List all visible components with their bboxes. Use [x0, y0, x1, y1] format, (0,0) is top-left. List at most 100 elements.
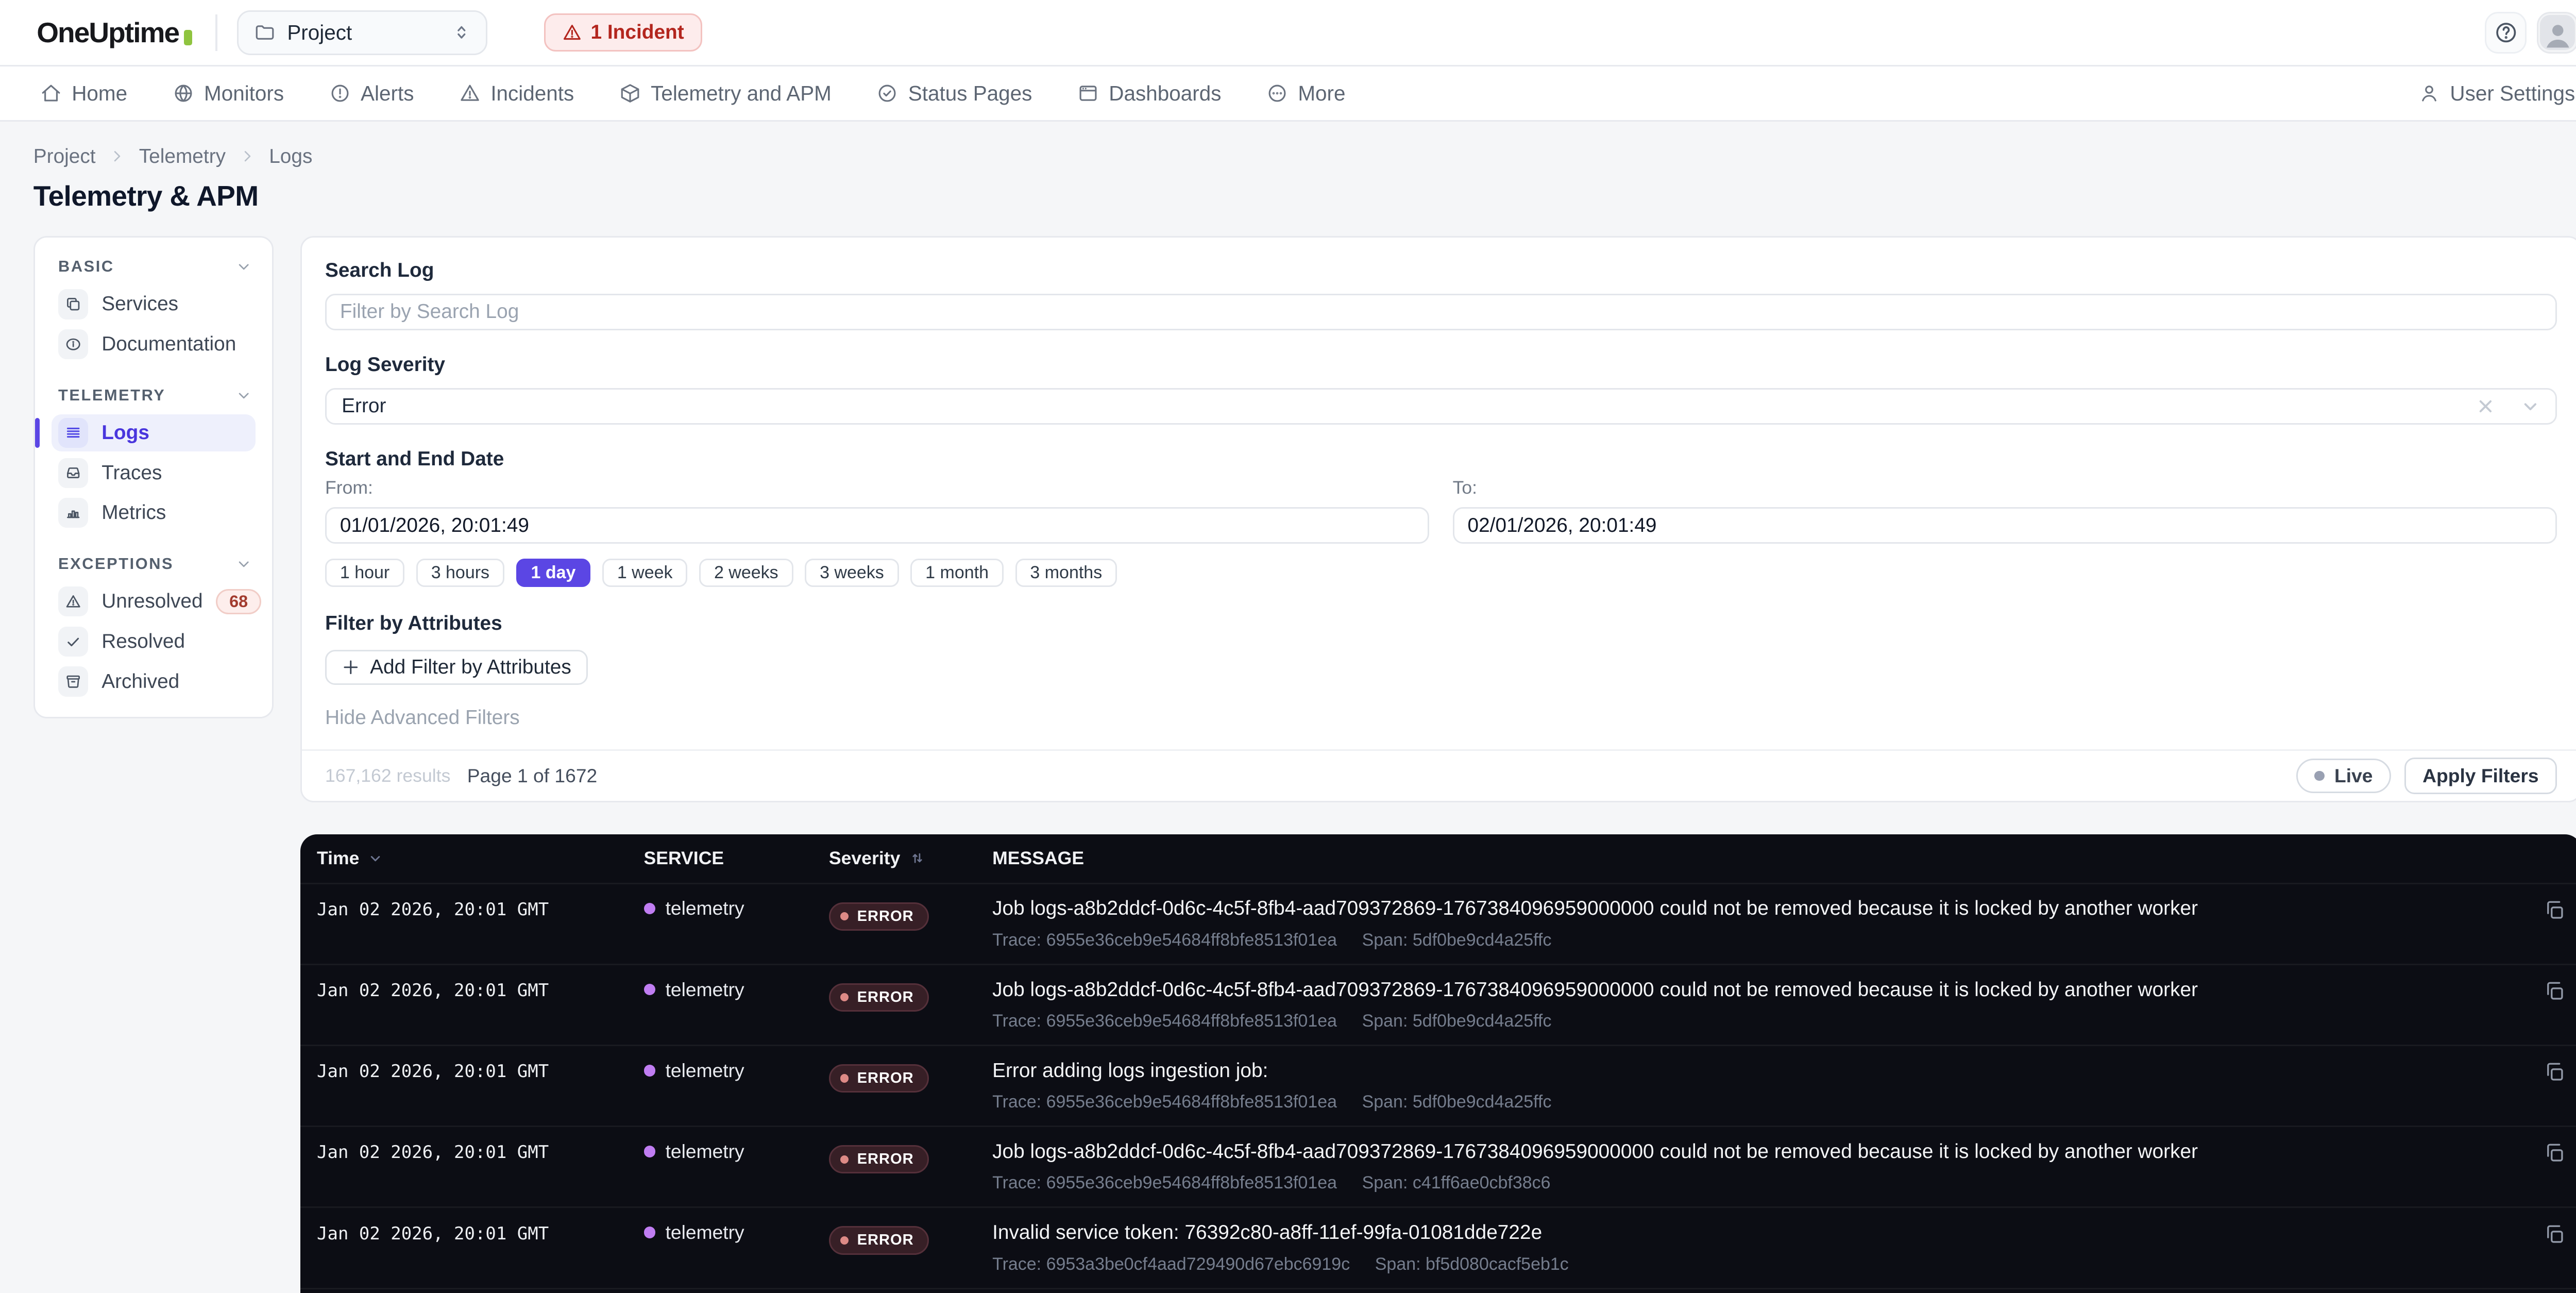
apply-filters-button[interactable]: Apply Filters — [2404, 757, 2557, 795]
column-header-time[interactable]: Time — [317, 848, 643, 869]
sidebar-item-label: Archived — [101, 670, 180, 693]
chevron-down-icon[interactable] — [2520, 396, 2540, 416]
clear-icon[interactable] — [2476, 396, 2496, 416]
main-nav: Home Monitors Alerts Incidents Telemetry… — [0, 66, 2576, 122]
column-header-severity[interactable]: Severity — [829, 848, 992, 869]
nav-item-more[interactable]: More — [1266, 81, 1346, 106]
range-1-month-button[interactable]: 1 month — [910, 559, 1004, 587]
hide-advanced-filters-link[interactable]: Hide Advanced Filters — [325, 707, 2557, 729]
breadcrumb-logs[interactable]: Logs — [269, 145, 312, 168]
nav-item-user-settings[interactable]: User Settings — [2418, 81, 2575, 106]
trace-id: Trace: 6955e36ceb9e54684ff8bfe8513f01ea — [992, 930, 1337, 950]
service-name: telemetry — [665, 1140, 744, 1163]
nav-item-dashboards[interactable]: Dashboards — [1077, 81, 1222, 106]
chevron-right-icon — [109, 148, 125, 164]
sidebar-section-exceptions[interactable]: EXCEPTIONS — [52, 548, 255, 580]
nav-item-alerts[interactable]: Alerts — [329, 81, 414, 106]
range-3-months-button[interactable]: 3 months — [1015, 559, 1117, 587]
sidebar-item-label: Services — [101, 293, 179, 315]
user-avatar[interactable] — [2536, 11, 2576, 54]
sidebar-item-label: Documentation — [101, 333, 236, 356]
service-dot-icon — [643, 1065, 656, 1077]
sidebar-section-telemetry[interactable]: TELEMETRY — [52, 379, 255, 411]
breadcrumb-telemetry[interactable]: Telemetry — [139, 145, 226, 168]
sidebar-item-metrics[interactable]: Metrics — [52, 495, 255, 531]
sidebar-item-resolved[interactable]: Resolved — [52, 623, 255, 660]
nav-item-home[interactable]: Home — [40, 81, 127, 106]
column-header-message[interactable]: MESSAGE — [992, 848, 2515, 869]
range-3-weeks-button[interactable]: 3 weeks — [805, 559, 899, 587]
copy-log-button[interactable] — [2544, 1220, 2565, 1245]
copy-icon — [2547, 982, 2563, 1000]
nav-label: User Settings — [2450, 81, 2575, 105]
log-severity-cell: ERROR — [828, 1220, 992, 1255]
layers-icon — [58, 289, 89, 320]
incident-count-badge[interactable]: 1 Incident — [544, 13, 703, 52]
range-1-week-button[interactable]: 1 week — [602, 559, 688, 587]
copy-log-button[interactable] — [2544, 977, 2565, 1002]
copy-log-button[interactable] — [2544, 1058, 2565, 1083]
sidebar-item-traces[interactable]: Traces — [52, 455, 255, 491]
nav-label: Status Pages — [908, 81, 1032, 105]
range-1-hour-button[interactable]: 1 hour — [325, 559, 405, 587]
filter-attributes-label: Filter by Attributes — [325, 612, 502, 634]
span-id: Span: 5df0be9cd4a25ffc — [1362, 1011, 1552, 1031]
to-date-input[interactable] — [1452, 507, 2557, 544]
breadcrumb-project[interactable]: Project — [33, 145, 96, 168]
nav-label: Telemetry and APM — [651, 81, 832, 105]
nav-label: Dashboards — [1109, 81, 1222, 105]
severity-badge: ERROR — [828, 902, 929, 931]
table-row[interactable]: Jan 02 2026, 20:01 GMT telemetry ERROR J… — [300, 882, 2576, 964]
range-3-hours-button[interactable]: 3 hours — [416, 559, 504, 587]
project-selector[interactable]: Project — [237, 10, 488, 55]
service-dot-icon — [643, 1146, 656, 1157]
log-time: Jan 02 2026, 20:01 GMT — [317, 1061, 549, 1082]
sidebar-item-documentation[interactable]: Documentation — [52, 326, 255, 362]
log-trace-meta: Trace: 6955e36ceb9e54684ff8bfe8513f01ea … — [992, 1011, 2495, 1031]
bar-chart-icon — [58, 498, 89, 528]
search-log-input[interactable] — [325, 293, 2557, 330]
sidebar-item-unresolved[interactable]: Unresolved 68 — [52, 583, 261, 620]
severity-badge: ERROR — [828, 983, 929, 1012]
sort-arrows-icon — [909, 850, 925, 866]
nav-item-monitors[interactable]: Monitors — [173, 81, 284, 106]
add-attribute-filter-button[interactable]: Add Filter by Attributes — [325, 649, 588, 685]
log-time: Jan 02 2026, 20:01 GMT — [317, 1223, 549, 1244]
nav-label: Monitors — [204, 81, 284, 105]
info-icon — [58, 329, 89, 360]
log-service: telemetry — [643, 1220, 829, 1244]
nav-label: Alerts — [361, 81, 414, 105]
nav-item-telemetry[interactable]: Telemetry and APM — [619, 81, 832, 106]
warning-triangle-icon — [562, 23, 582, 43]
sidebar-item-archived[interactable]: Archived — [52, 663, 255, 700]
oneuptime-logo[interactable]: OneUptime — [37, 16, 193, 49]
service-dot-icon — [643, 902, 656, 915]
sidebar-item-logs[interactable]: Logs — [35, 414, 256, 451]
table-row[interactable]: Jan 02 2026, 20:01 GMT telemetry ERROR J… — [300, 1126, 2576, 1206]
table-row[interactable]: Jan 02 2026, 20:01 GMT telemetry ERROR J… — [300, 963, 2576, 1045]
nav-item-incidents[interactable]: Incidents — [459, 81, 574, 106]
from-date-input[interactable] — [325, 507, 1430, 544]
copy-log-button[interactable] — [2544, 896, 2565, 921]
sidebar-section-basic[interactable]: BASIC — [52, 250, 255, 282]
chevron-down-icon — [235, 556, 252, 572]
copy-log-button[interactable] — [2544, 1139, 2565, 1164]
sidebar-item-services[interactable]: Services — [52, 286, 255, 323]
tray-icon — [58, 458, 89, 488]
help-button[interactable] — [2485, 11, 2527, 54]
quick-range-buttons: 1 hour 3 hours 1 day 1 week 2 weeks 3 we… — [325, 559, 2557, 587]
sidebar-item-label: Unresolved — [101, 590, 203, 613]
active-indicator-bar — [35, 417, 40, 448]
severity-badge: ERROR — [828, 1064, 929, 1093]
range-1-day-button[interactable]: 1 day — [516, 559, 591, 587]
table-row[interactable]: Jan 02 2026, 20:01 GMT telemetry ERROR I… — [300, 1206, 2576, 1287]
range-2-weeks-button[interactable]: 2 weeks — [699, 559, 793, 587]
column-header-service[interactable]: SERVICE — [644, 848, 829, 869]
table-row[interactable]: Jan 02 2026, 20:01 GMT telemetry ERROR E… — [300, 1044, 2576, 1126]
nav-item-status-pages[interactable]: Status Pages — [876, 81, 1032, 106]
table-row[interactable]: Jan 02 2026, 20:01 GMT telemetry ERROR I… — [300, 1287, 2576, 1293]
globe-icon — [173, 82, 194, 104]
service-name: telemetry — [665, 1059, 744, 1081]
log-severity-select[interactable]: Error — [325, 388, 2557, 425]
live-toggle[interactable]: Live — [2296, 758, 2391, 794]
